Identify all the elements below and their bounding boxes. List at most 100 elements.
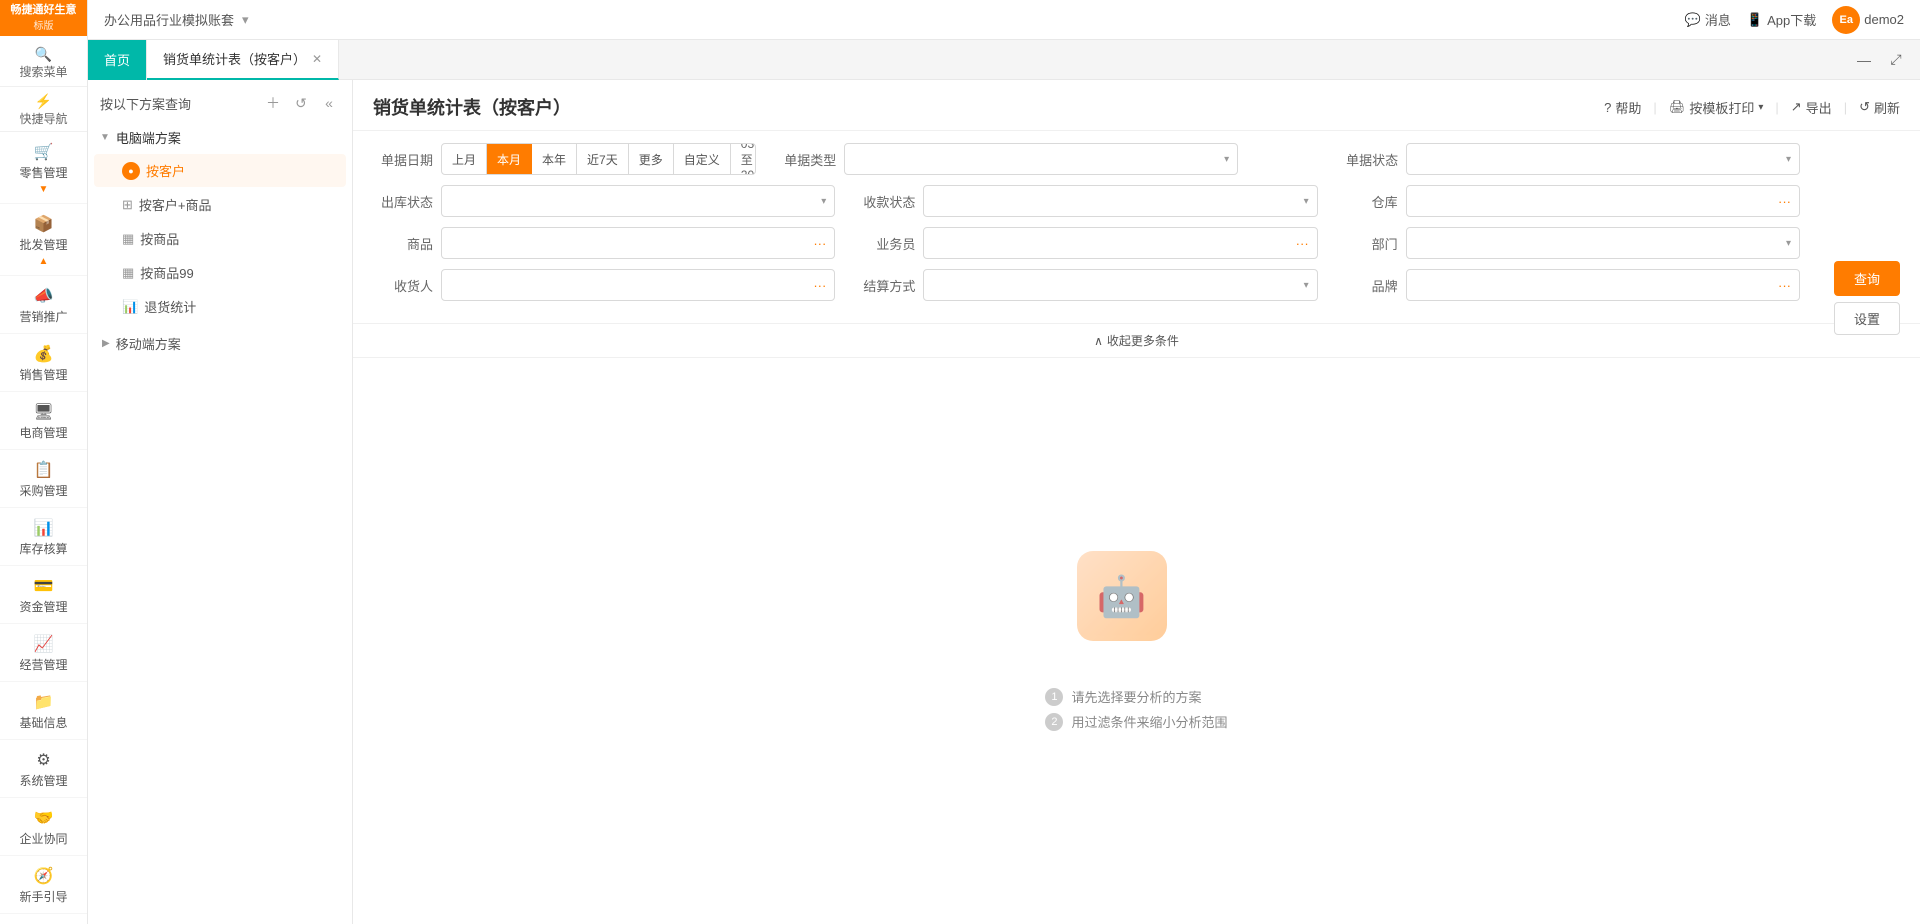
sidebar-item-app-center[interactable]: ▦ 应用中心 [0,914,87,924]
tab-minimize-btn[interactable]: — [1852,48,1876,72]
salesman-input[interactable]: ··· [923,227,1317,259]
help-btn[interactable]: ? 帮助 [1604,98,1641,117]
customer-label: 按客户 [146,161,185,180]
tree-parent-desktop[interactable]: ▼ 电脑端方案 [88,122,352,153]
date-filter[interactable]: 上月 本月 本年 近7天 更多 自定义 2023-03-01 至 2023-03… [441,143,756,175]
sidebar-item-operations[interactable]: 📈 经营管理 [0,624,87,682]
settlement-select[interactable]: ▾ [923,269,1317,301]
date-btn-this-month[interactable]: 本月 [487,144,532,174]
search-menu[interactable]: 🔍 搜索菜单 [0,36,87,87]
tree-child-by-goods[interactable]: ▦ 按商品 [94,222,346,255]
sidebar-item-marketing[interactable]: 📣 营销推广 [0,276,87,334]
guide-icon: 🧭 [4,866,83,886]
sidebar-item-basic-info[interactable]: 📁 基础信息 [0,682,87,740]
sidebar-item-inventory[interactable]: 📊 库存核算 [0,508,87,566]
workspace-dropdown-icon[interactable]: ▾ [242,12,249,28]
sidebar-item-finance[interactable]: 💳 资金管理 [0,566,87,624]
collapse-panel-btn[interactable]: « [318,92,340,114]
print-dropdown-icon: ▾ [1758,102,1763,113]
topbar: 办公用品行业模拟账套 ▾ 💬 消息 📱 App下载 Ea demo2 [88,0,1920,40]
tree-child-return-stats[interactable]: 📊 退货统计 [94,290,346,323]
tab-sales-report-label: 销货单统计表（按客户） [163,49,306,68]
page-header: 销货单统计表（按客户） ? 帮助 | 🖨 按模板打印 ▾ | ↗ [353,80,1920,131]
filter-row-4: 收货人 ··· 结算方式 ▾ 品牌 ··· [373,269,1900,301]
export-btn[interactable]: ↗ 导出 [1791,98,1832,117]
empty-state: 🤖 1 请先选择要分析的方案 2 用过滤条件来缩小分析范围 [353,358,1920,924]
help-icon: ? [1604,100,1611,115]
tab-sales-report-close[interactable]: ✕ [312,52,322,66]
dept-select[interactable]: ▾ [1406,227,1800,259]
filter-row-2: 出库状态 ▾ 收款状态 ▾ 仓库 ··· [373,185,1900,217]
query-buttons: 查询 设置 [1834,261,1900,335]
query-btn[interactable]: 查询 [1834,261,1900,296]
tree-parent-mobile[interactable]: ▶ 移动端方案 [88,328,352,359]
date-btn-this-year[interactable]: 本年 [532,144,577,174]
app-download-icon: 📱 [1747,12,1763,28]
message-btn[interactable]: 💬 消息 [1685,10,1731,29]
quick-nav[interactable]: ⚡ 快捷导航 [0,87,87,132]
sidebar-item-collab[interactable]: 🤝 企业协同 [0,798,87,856]
date-btn-last-7days[interactable]: 近7天 [577,144,629,174]
dept-label: 部门 [1338,234,1406,253]
app-logo-sub: 标版 [34,17,54,32]
tab-maximize-btn[interactable]: ⤢ [1884,48,1908,72]
tree-child-goods99[interactable]: ▦ 按商品99 [94,256,346,289]
operations-icon: 📈 [4,634,83,654]
template-print-btn[interactable]: 🖨 按模板打印 ▾ [1669,98,1764,117]
sidebar-item-wholesale[interactable]: 📦 批发管理 ▲ [0,204,87,276]
salesman-dots-icon[interactable]: ··· [1296,236,1309,251]
brand-input[interactable]: ··· [1406,269,1800,301]
tree-child-customer-goods[interactable]: ⊞ 按客户+商品 [94,188,346,221]
sidebar-item-ecommerce[interactable]: 🖥 电商管理 [0,392,87,450]
workspace-name: 办公用品行业模拟账套 [104,10,234,29]
sidebar-item-purchase[interactable]: 📋 采购管理 [0,450,87,508]
date-btn-last-month[interactable]: 上月 [442,144,487,174]
add-scheme-btn[interactable]: ＋ [262,92,284,114]
tab-home[interactable]: 首页 [88,40,147,80]
doc-type-select[interactable]: ▾ [844,143,1238,175]
doc-status-select[interactable]: ▾ [1406,143,1800,175]
sidebar-item-guide[interactable]: 🧭 新手引导 [0,856,87,914]
date-btn-custom[interactable]: 自定义 [674,144,731,174]
salesman-label: 业务员 [855,234,923,253]
refresh-scheme-btn[interactable]: ↺ [290,92,312,114]
refresh-btn[interactable]: ↺ 刷新 [1859,98,1900,117]
wholesale-icon: 📦 [4,214,83,234]
hint-text-1: 请先选择要分析的方案 [1071,687,1201,706]
goods-input[interactable]: ··· [441,227,835,259]
app-download-btn[interactable]: 📱 App下载 [1747,10,1816,29]
collapse-bar[interactable]: ∧ 收起更多条件 [353,324,1920,358]
brand-dots-icon[interactable]: ··· [1778,278,1791,293]
app-logo: 畅捷通好生意 标版 [0,0,87,36]
collapse-icon: ∧ [1094,334,1103,348]
content-area: 按以下方案查询 ＋ ↺ « ▼ 电脑端方案 ● 按客户 ⊞ [88,80,1920,924]
tree-child-by-customer[interactable]: ● 按客户 [94,154,346,187]
payment-status-select[interactable]: ▾ [923,185,1317,217]
goods99-label: 按商品99 [140,263,193,282]
tree-mobile: ▶ 移动端方案 [88,328,352,363]
retail-expand-icon: ▼ [39,184,49,195]
user-profile[interactable]: Ea demo2 [1832,6,1904,34]
main-area: 办公用品行业模拟账套 ▾ 💬 消息 📱 App下载 Ea demo2 首页 [88,0,1920,924]
out-status-select[interactable]: ▾ [441,185,835,217]
retail-icon: 🛒 [4,142,83,162]
settings-btn[interactable]: 设置 [1834,302,1900,335]
settlement-arrow-icon: ▾ [1304,280,1309,291]
sidebar-item-retail[interactable]: 🛒 零售管理 ▼ [0,132,87,204]
warehouse-dots-icon[interactable]: ··· [1778,194,1791,209]
consignee-input[interactable]: ··· [441,269,835,301]
tab-sales-report[interactable]: 销货单统计表（按客户） ✕ [147,40,339,80]
sidebar-item-sales[interactable]: 💰 销售管理 [0,334,87,392]
dept-arrow-icon: ▾ [1786,238,1791,249]
doc-status-label: 单据状态 [1338,150,1406,169]
goods-dots-icon[interactable]: ··· [813,236,826,251]
doc-status-arrow-icon: ▾ [1786,154,1791,165]
consignee-dots-icon[interactable]: ··· [813,278,826,293]
goods99-icon: ▦ [122,265,134,281]
sidebar-item-system[interactable]: ⚙ 系统管理 [0,740,87,798]
brand-label: 品牌 [1338,276,1406,295]
export-icon: ↗ [1791,99,1802,115]
left-panel-actions: ＋ ↺ « [262,92,340,114]
warehouse-input[interactable]: ··· [1406,185,1800,217]
date-btn-more[interactable]: 更多 [629,144,674,174]
